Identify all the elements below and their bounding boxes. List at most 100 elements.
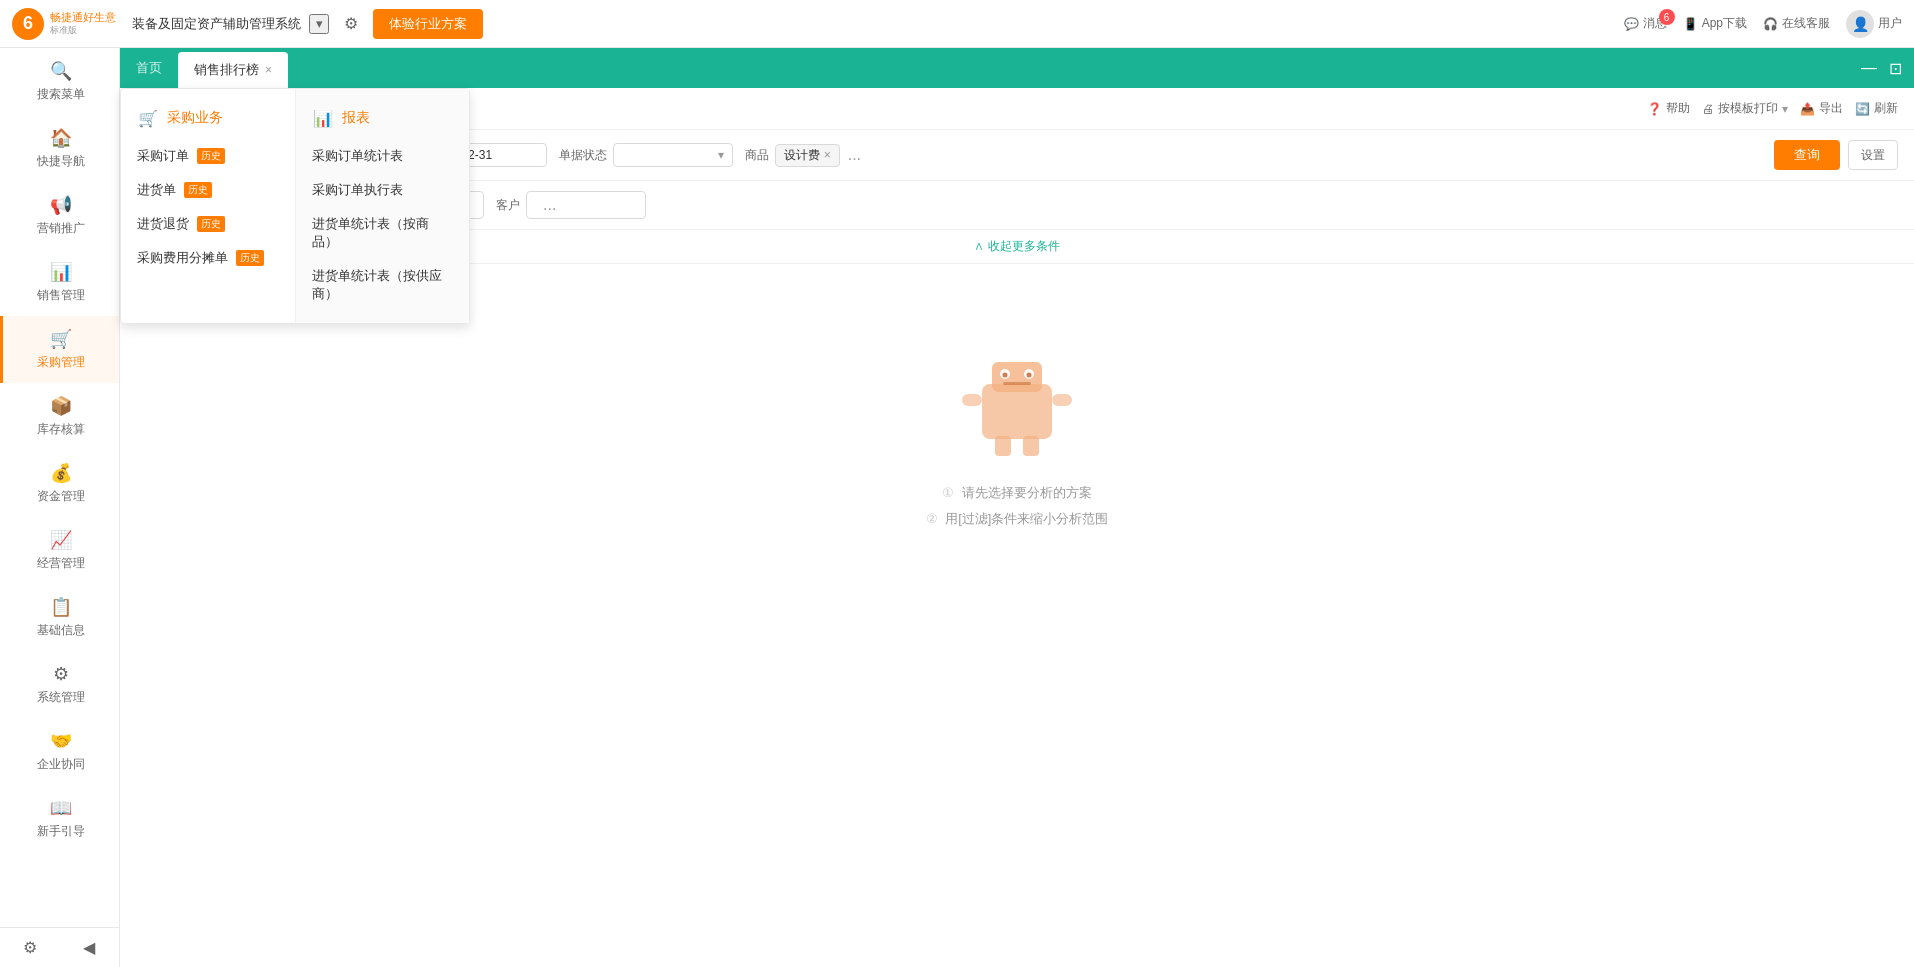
sidebar-label-finance: 资金管理 [37, 488, 85, 505]
print-dropdown-icon: ▾ [1782, 102, 1788, 116]
goods-tag-area: 设计费 × ... [775, 144, 865, 167]
goods-label: 商品 [745, 147, 769, 164]
svg-rect-9 [995, 436, 1011, 456]
sidebar-item-enterprise[interactable]: 🤝 企业协同 [0, 718, 119, 785]
history-tag-stock-in: 历史 [184, 182, 212, 198]
svg-rect-1 [992, 362, 1042, 392]
empty-tip2: ② 用[过滤]条件来缩小分析范围 [926, 510, 1109, 528]
doc-status-select[interactable]: ▾ [613, 143, 733, 167]
sales-icon: 📊 [50, 261, 72, 283]
svg-point-5 [1027, 373, 1032, 378]
goods-tag-text: 设计费 [784, 147, 820, 164]
query-btn[interactable]: 查询 [1774, 140, 1840, 170]
header-right: 💬 消息 6 📱 App下载 🎧 在线客服 👤 用户 [1624, 10, 1902, 38]
message-badge: 6 [1659, 9, 1675, 25]
goods-more-btn[interactable]: ... [844, 146, 865, 164]
guide-icon: 📖 [50, 797, 72, 819]
title-dropdown-btn[interactable]: ▾ [309, 14, 329, 34]
refresh-action[interactable]: 🔄 刷新 [1855, 100, 1898, 117]
svg-rect-6 [1003, 382, 1031, 385]
doc-status-arrow: ▾ [718, 148, 724, 162]
menu-item-purchase-expense[interactable]: 采购费用分摊单 历史 [121, 241, 295, 275]
goods-filter-group: 商品 设计费 × ... [745, 144, 865, 167]
user-label: 用户 [1878, 15, 1902, 32]
svg-rect-10 [1023, 436, 1039, 456]
menu-item-po-stats[interactable]: 采购订单统计表 [296, 139, 470, 173]
sidebar-label-basic-info: 基础信息 [37, 622, 85, 639]
tab-home[interactable]: 首页 [120, 48, 178, 88]
empty-svg-icon [957, 344, 1077, 464]
doc-status-label: 单据状态 [559, 147, 607, 164]
sidebar-label-guide: 新手引导 [37, 823, 85, 840]
menu-item-stock-in[interactable]: 进货单 历史 [121, 173, 295, 207]
reports-icon: 📊 [312, 107, 334, 129]
sidebar-item-purchase[interactable]: 🛒 采购管理 [0, 316, 119, 383]
svg-rect-0 [982, 384, 1052, 439]
sidebar-settings-btn[interactable]: ⚙ [0, 928, 60, 967]
sidebar-label-system: 系统管理 [37, 689, 85, 706]
sidebar-item-inventory[interactable]: 📦 库存核算 [0, 383, 119, 450]
sidebar-label-sales: 销售管理 [37, 287, 85, 304]
sidebar-item-marketing[interactable]: 📢 营销推广 [0, 182, 119, 249]
sidebar-label-search: 搜索菜单 [37, 86, 85, 103]
message-action[interactable]: 💬 消息 6 [1624, 15, 1667, 32]
sidebar-item-quick-nav[interactable]: 🏠 快捷导航 [0, 115, 119, 182]
inventory-icon: 📦 [50, 395, 72, 417]
sidebar-label-operations: 经营管理 [37, 555, 85, 572]
sidebar-item-search[interactable]: 🔍 搜索菜单 [0, 48, 119, 115]
menu-item-stock-stats-goods[interactable]: 进货单统计表（按商品） [296, 207, 470, 259]
sidebar-item-guide[interactable]: 📖 新手引导 [0, 785, 119, 852]
system-icon: ⚙ [53, 663, 69, 685]
svg-rect-8 [1052, 394, 1072, 406]
marketing-icon: 📢 [50, 194, 72, 216]
online-service-action[interactable]: 🎧 在线客服 [1763, 15, 1830, 32]
settings-btn[interactable]: 设置 [1848, 140, 1898, 170]
sidebar-item-operations[interactable]: 📈 经营管理 [0, 517, 119, 584]
export-action[interactable]: 📤 导出 [1800, 100, 1843, 117]
goods-tag[interactable]: 设计费 × [775, 144, 840, 167]
app-name: 畅捷通好生意 [50, 10, 116, 24]
menu-item-stock-in-label: 进货单 [137, 181, 176, 199]
industry-btn[interactable]: 体验行业方案 [373, 9, 483, 39]
menu-item-purchase-order[interactable]: 采购订单 历史 [121, 139, 295, 173]
menu-item-stock-stats-supplier[interactable]: 进货单统计表（按供应商） [296, 259, 470, 311]
user-action[interactable]: 👤 用户 [1846, 10, 1902, 38]
menu-section-2-title: 📊 报表 [296, 101, 470, 139]
tab-minimize-btn[interactable]: — [1857, 55, 1881, 81]
gear-btn[interactable]: ⚙ [337, 10, 365, 38]
customer-select[interactable]: ... [526, 191, 646, 219]
sidebar-item-sales[interactable]: 📊 销售管理 [0, 249, 119, 316]
menu-item-stock-return[interactable]: 进货退货 历史 [121, 207, 295, 241]
help-action[interactable]: ❓ 帮助 [1647, 100, 1690, 117]
customer-more-btn[interactable]: ... [539, 196, 560, 214]
sidebar-collapse-btn[interactable]: ◀ [60, 928, 120, 967]
home-icon: 🏠 [50, 127, 72, 149]
sidebar-label-marketing: 营销推广 [37, 220, 85, 237]
basic-info-icon: 📋 [50, 596, 72, 618]
app-edition: 标准版 [50, 24, 116, 37]
app-logo: 6 [12, 8, 44, 40]
message-icon: 💬 [1624, 17, 1639, 31]
goods-tag-close[interactable]: × [824, 148, 831, 162]
tab-sales-ranking[interactable]: 销售排行榜 × [178, 52, 288, 88]
search-icon: 🔍 [50, 60, 72, 82]
print-action[interactable]: 🖨 按模板打印 ▾ [1702, 100, 1788, 117]
doc-status-group: 单据状态 ▾ [559, 143, 733, 167]
sidebar-item-system[interactable]: ⚙ 系统管理 [0, 651, 119, 718]
tab-maximize-btn[interactable]: ⊡ [1885, 55, 1906, 82]
empty-illustration [957, 344, 1077, 464]
print-label: 按模板打印 [1718, 100, 1778, 117]
tab-close-btn[interactable]: × [265, 63, 272, 77]
menu-item-po-execution[interactable]: 采购订单执行表 [296, 173, 470, 207]
history-tag-stock-return: 历史 [197, 216, 225, 232]
sidebar-label-quick-nav: 快捷导航 [37, 153, 85, 170]
sidebar-item-basic-info[interactable]: 📋 基础信息 [0, 584, 119, 651]
export-label: 导出 [1819, 100, 1843, 117]
app-download-action[interactable]: 📱 App下载 [1683, 15, 1747, 32]
sidebar-label-inventory: 库存核算 [37, 421, 85, 438]
svg-rect-7 [962, 394, 982, 406]
sidebar-item-finance[interactable]: 💰 资金管理 [0, 450, 119, 517]
customer-label: 客户 [496, 197, 520, 214]
menu-item-po-stats-label: 采购订单统计表 [312, 147, 403, 165]
print-icon: 🖨 [1702, 102, 1714, 116]
